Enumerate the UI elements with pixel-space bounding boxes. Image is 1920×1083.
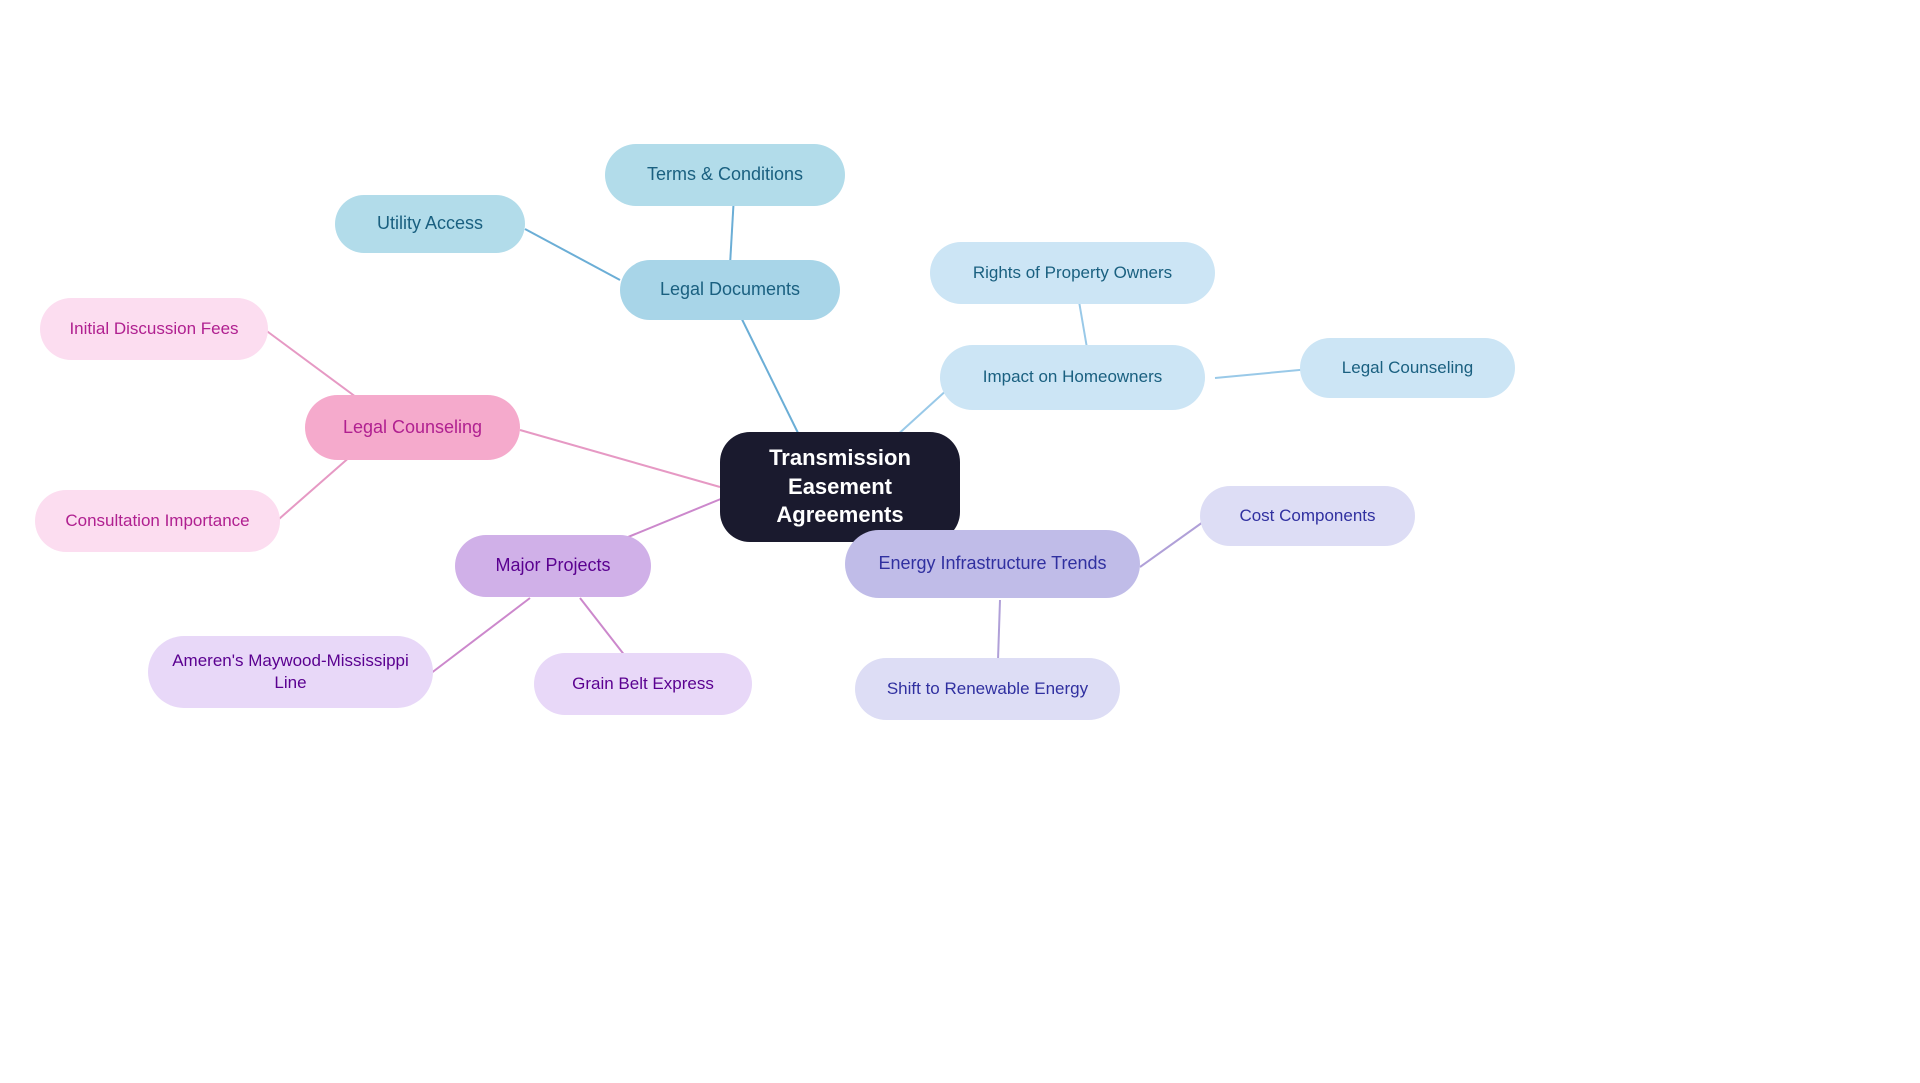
center-node: Transmission Easement Agreements — [720, 432, 960, 542]
rights-property-node: Rights of Property Owners — [930, 242, 1215, 304]
shift-renewable-node: Shift to Renewable Energy — [855, 658, 1120, 720]
cost-components-node: Cost Components — [1200, 486, 1415, 546]
initial-discussion-node: Initial Discussion Fees — [40, 298, 268, 360]
energy-infra-node: Energy Infrastructure Trends — [845, 530, 1140, 598]
ameren-node: Ameren's Maywood-Mississippi Line — [148, 636, 433, 708]
legal-counseling-left-node: Legal Counseling — [305, 395, 520, 460]
legal-counseling-right-node: Legal Counseling — [1300, 338, 1515, 398]
legal-documents-node: Legal Documents — [620, 260, 840, 320]
utility-access-node: Utility Access — [335, 195, 525, 253]
major-projects-node: Major Projects — [455, 535, 651, 597]
terms-conditions-node: Terms & Conditions — [605, 144, 845, 206]
consultation-node: Consultation Importance — [35, 490, 280, 552]
impact-homeowners-node: Impact on Homeowners — [940, 345, 1205, 410]
grain-belt-node: Grain Belt Express — [534, 653, 752, 715]
